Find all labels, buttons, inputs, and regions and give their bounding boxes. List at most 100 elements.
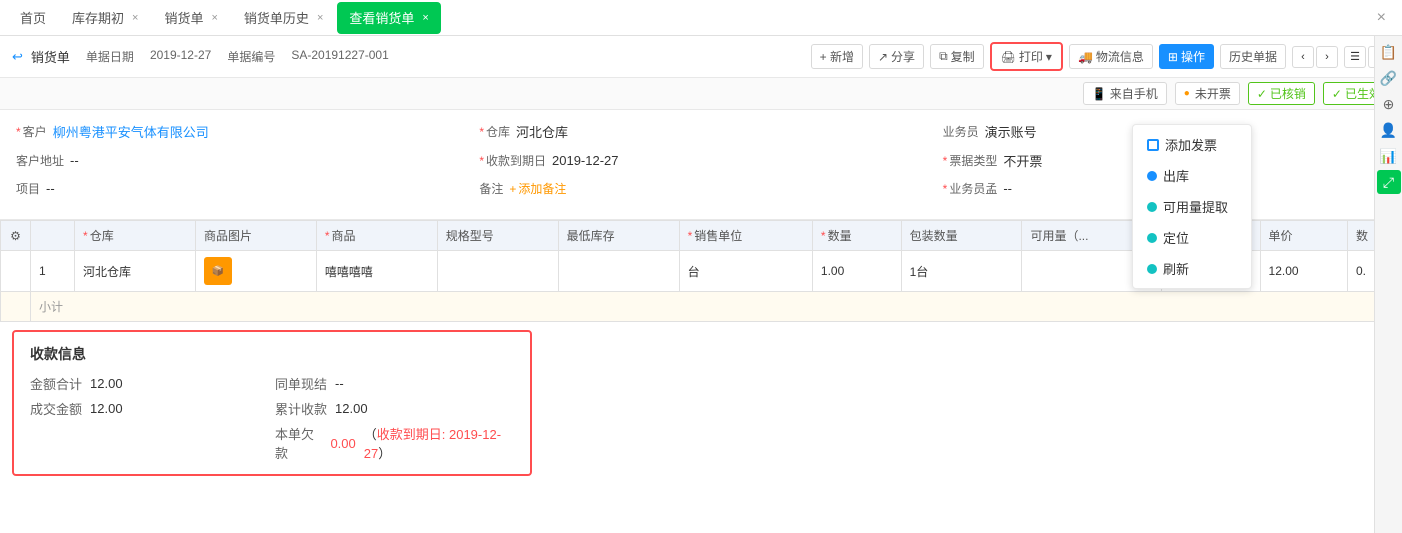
sidebar-icon-chart[interactable]: 📊	[1377, 144, 1401, 168]
available-qty-item[interactable]: 可用量提取	[1133, 191, 1251, 222]
list-view-button[interactable]: ☰	[1344, 46, 1366, 68]
refresh-item[interactable]: 刷新	[1133, 253, 1251, 284]
td-product: 嘻嘻嘻嘻	[316, 251, 437, 292]
confirmed-button[interactable]: ✓ 已核销	[1248, 82, 1315, 105]
logistics-button-label: 物流信息	[1096, 48, 1144, 65]
from-phone-label: 来自手机	[1110, 85, 1158, 102]
outbound-item[interactable]: 出库	[1133, 160, 1251, 191]
td-subtotal-settings	[1, 292, 31, 322]
copy-button-label: 复制	[951, 48, 975, 65]
share-button-label: 分享	[891, 48, 915, 65]
add-note-label: 添加备注	[518, 180, 566, 197]
tab-view-sales[interactable]: 查看销货单 ×	[337, 2, 440, 34]
due-date-value: 2019-12-27	[552, 153, 619, 168]
sidebar-icon-clipboard[interactable]: 📋	[1377, 40, 1401, 64]
due-date-field: 收款到期日 2019-12-27	[479, 152, 922, 169]
not-opened-button[interactable]: 未开票	[1175, 82, 1240, 105]
employee2-value: --	[1003, 181, 1012, 196]
document-toolbar: ↩ 销货单 单据日期 2019-12-27 单据编号 SA-20191227-0…	[0, 36, 1402, 78]
doc-number-label: 单据编号	[227, 48, 275, 65]
doc-date-value: 2019-12-27	[150, 48, 211, 65]
prev-button[interactable]: ‹	[1292, 46, 1314, 68]
subtotal-row: 小计	[1, 292, 1402, 322]
due-date-label: 收款到期日	[479, 152, 546, 169]
ticket-type-label: 票据类型	[943, 152, 998, 169]
amount-total-label: 金额合计	[30, 374, 82, 393]
logistics-button[interactable]: 🚚 物流信息	[1069, 44, 1153, 69]
deal-amount-item: 成交金额 12.00	[30, 399, 269, 418]
address-value: --	[70, 153, 79, 168]
warehouse-value: 河北仓库	[516, 122, 568, 141]
address-label: 客户地址	[16, 152, 64, 169]
th-warehouse: 仓库	[75, 221, 196, 251]
address-field: 客户地址 --	[16, 152, 459, 169]
tab-inventory-label: 库存期初	[72, 8, 124, 27]
doc-type-title: 销货单	[31, 47, 70, 66]
nav-arrows: ‹ ›	[1292, 46, 1338, 68]
sidebar-icon-expand[interactable]: ⤢	[1377, 170, 1401, 194]
doc-type-icon: ↩	[12, 49, 23, 65]
project-label: 项目	[16, 180, 40, 197]
tab-home[interactable]: 首页	[8, 2, 58, 34]
tab-sales-history-close[interactable]: ×	[317, 12, 323, 24]
history-button[interactable]: 历史单据	[1220, 44, 1286, 69]
tab-inventory-close[interactable]: ×	[132, 12, 138, 24]
td-pack-qty: 1台	[901, 251, 1022, 292]
add-note-button[interactable]: + 添加备注	[509, 180, 566, 197]
tab-view-sales-close[interactable]: ×	[422, 12, 428, 24]
th-unit: 销售单位	[679, 221, 812, 251]
refresh-label: 刷新	[1163, 259, 1189, 278]
not-opened-label: 未开票	[1195, 85, 1231, 102]
operations-button[interactable]: ⊞ 操作	[1159, 44, 1214, 69]
th-settings[interactable]: ⚙	[1, 221, 31, 251]
tab-sales-close[interactable]: ×	[211, 12, 217, 24]
current-due-label: 本单欠款	[275, 424, 322, 462]
refresh-icon	[1147, 264, 1157, 274]
current-due-value: 0.00	[330, 436, 355, 451]
sidebar-icon-user[interactable]: 👤	[1377, 118, 1401, 142]
td-min-stock	[558, 251, 679, 292]
product-image: 📦	[204, 257, 232, 285]
from-phone-button[interactable]: 📱 来自手机	[1083, 82, 1167, 105]
tab-inventory[interactable]: 库存期初 ×	[60, 2, 150, 34]
th-no	[31, 221, 75, 251]
customer-value[interactable]: 柳州粤港平安气体有限公司	[53, 122, 209, 141]
print-button[interactable]: 🖨 打印 ▾	[993, 45, 1060, 68]
locate-label: 定位	[1163, 228, 1189, 247]
locate-item[interactable]: 定位	[1133, 222, 1251, 253]
warehouse-label: 仓库	[479, 123, 510, 140]
tab-sales-history[interactable]: 销货单历史 ×	[232, 2, 335, 34]
outbound-label: 出库	[1163, 166, 1189, 185]
share-button[interactable]: ↗ 分享	[869, 44, 924, 69]
tab-sales-label: 销货单	[164, 8, 203, 27]
available-qty-icon	[1147, 202, 1157, 212]
tab-sales[interactable]: 销货单 ×	[152, 2, 229, 34]
window-close-button[interactable]: ×	[1369, 9, 1394, 27]
next-button[interactable]: ›	[1316, 46, 1338, 68]
employee2-label: 业务员孟	[943, 180, 998, 197]
operations-dropdown: 添加发票 出库 可用量提取 定位 刷新	[1132, 124, 1252, 289]
note-label: 备注	[479, 180, 503, 197]
new-button[interactable]: + 新增	[811, 44, 863, 69]
tab-bar: 首页 库存期初 × 销货单 × 销货单历史 × 查看销货单 × ×	[0, 0, 1402, 36]
right-sidebar: 📋 🔗 ⊕ 👤 📊 ⤢	[1374, 36, 1402, 533]
td-spec	[437, 251, 558, 292]
th-min-stock: 最低库存	[558, 221, 679, 251]
add-invoice-icon	[1147, 139, 1159, 151]
deal-amount-value: 12.00	[90, 401, 123, 416]
td-subtotal-label: 小计	[31, 292, 1402, 322]
add-invoice-item[interactable]: 添加发票	[1133, 129, 1251, 160]
copy-button[interactable]: ⧉ 复制	[930, 44, 984, 69]
sidebar-icon-plus[interactable]: ⊕	[1377, 92, 1401, 116]
payment-info-box: 收款信息 金额合计 12.00 同单现结 -- 成交金额 12.00 累计收款 …	[12, 330, 532, 476]
check-icon: ✓	[1257, 87, 1267, 101]
same-order-item: 同单现结 --	[275, 374, 514, 393]
note-field: 备注 + 添加备注	[479, 180, 922, 197]
print-button-label: 打印	[1019, 48, 1043, 65]
sidebar-icon-link[interactable]: 🔗	[1377, 66, 1401, 90]
operations-icon: ⊞	[1168, 50, 1178, 64]
project-field: 项目 --	[16, 180, 459, 197]
td-settings	[1, 251, 31, 292]
cumulative-item: 累计收款 12.00	[275, 399, 514, 418]
logistics-icon: 🚚	[1078, 50, 1093, 64]
